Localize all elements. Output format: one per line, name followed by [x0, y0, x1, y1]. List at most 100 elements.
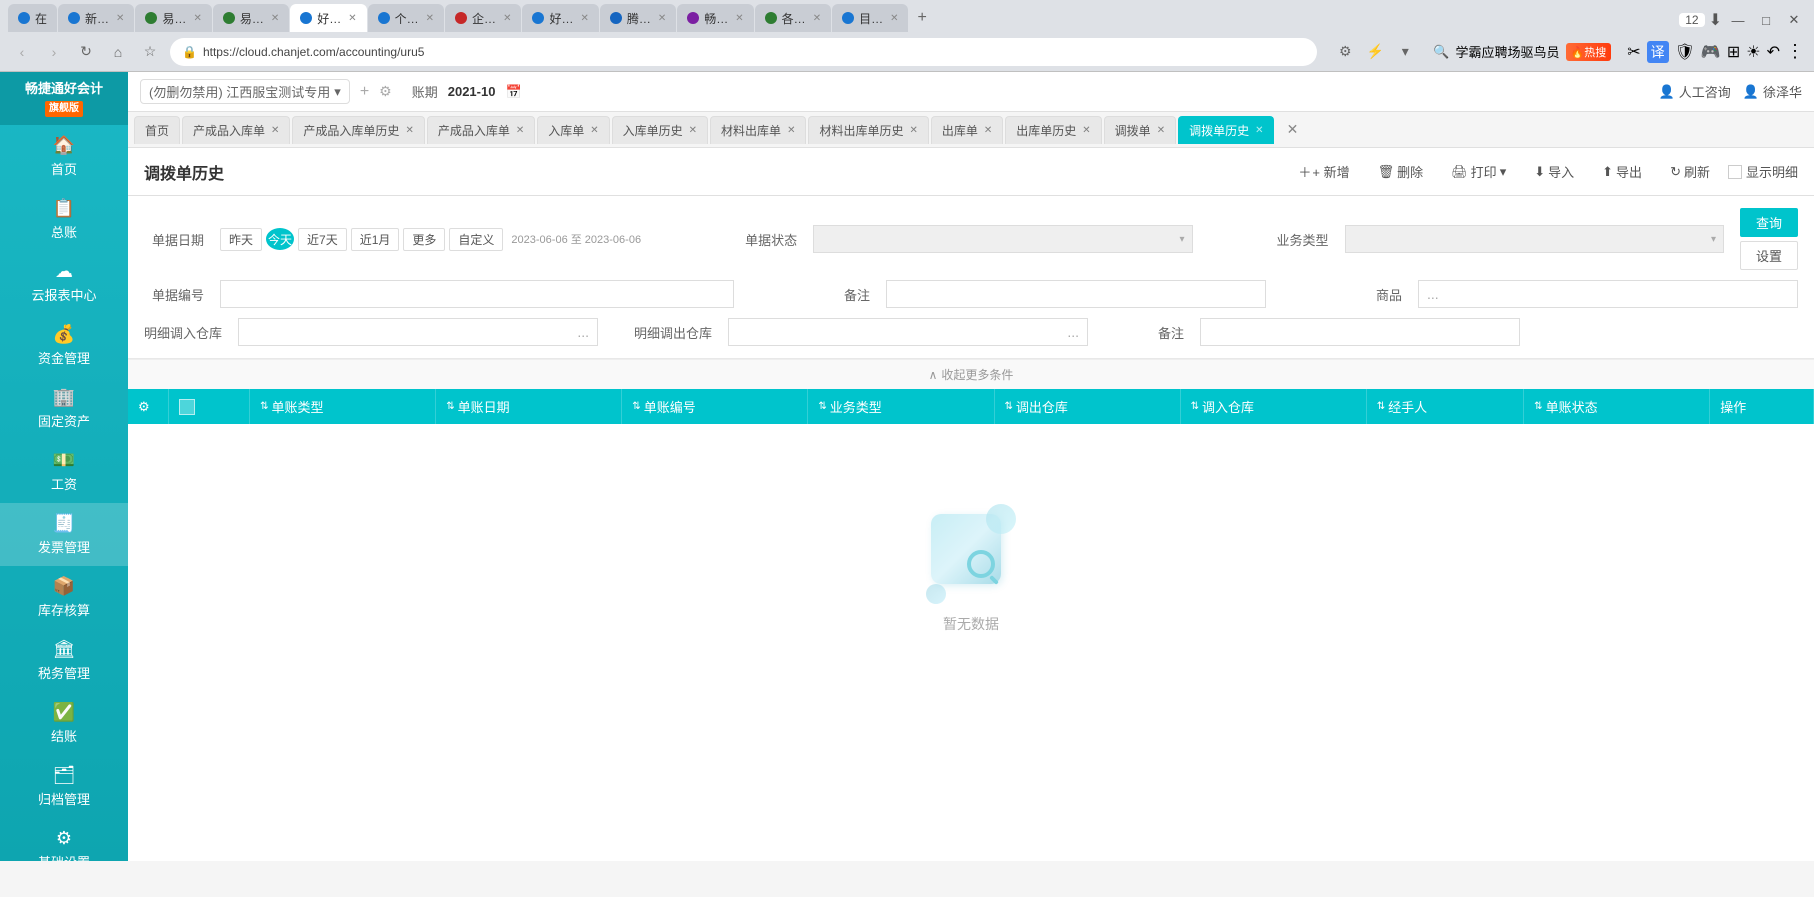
content-tab-2[interactable]: 产成品入库单历史 ✕ [292, 116, 424, 144]
grid-icon[interactable]: ⊞ [1727, 42, 1740, 62]
lightning-icon[interactable]: ⚡ [1363, 40, 1387, 64]
content-tab-4[interactable]: 入库单 ✕ [537, 116, 609, 144]
date-yesterday-btn[interactable]: 昨天 [220, 228, 262, 251]
browser-downloads-icon[interactable]: ⬇ [1709, 10, 1722, 30]
date-today-btn[interactable]: 今天 [266, 228, 294, 250]
browser-tab-8[interactable]: 腾… ✕ [600, 4, 676, 32]
content-tab-4-close[interactable]: ✕ [590, 125, 598, 136]
content-tab-7[interactable]: 材料出库单历史 ✕ [808, 116, 928, 144]
query-button[interactable]: 查询 [1740, 208, 1798, 237]
date-custom-btn[interactable]: 自定义 [449, 228, 503, 251]
content-tab-6[interactable]: 材料出库单 ✕ [710, 116, 806, 144]
browser-minimize-button[interactable]: — [1726, 8, 1750, 32]
sidebar-item-settings[interactable]: ⚙ 基础设置 [0, 818, 128, 861]
print-button[interactable]: 🖨 打印 ▾ [1441, 158, 1516, 185]
browser-tab-6[interactable]: 企… ✕ [445, 4, 521, 32]
collapse-bar[interactable]: ∧ 收起更多条件 [128, 359, 1814, 389]
sidebar-item-cash[interactable]: 💰 资金管理 [0, 314, 128, 377]
bookmark-button[interactable]: ☆ [138, 40, 162, 64]
content-tab-8[interactable]: 出库单 ✕ [931, 116, 1003, 144]
browser-tab-3[interactable]: 易… ✕ [213, 4, 289, 32]
user-avatar[interactable]: 👤 徐泽华 [1743, 82, 1802, 101]
undo-icon[interactable]: ↶ [1767, 42, 1780, 62]
th-handler[interactable]: ⇅ 经手人 [1366, 389, 1523, 424]
service-button[interactable]: 👤 人工咨询 [1659, 82, 1731, 101]
sidebar-item-tax[interactable]: 🏛 税务管理 [0, 629, 128, 692]
content-tab-9-close[interactable]: ✕ [1082, 125, 1090, 136]
dropdown-icon[interactable]: ▾ [1393, 40, 1417, 64]
browser-maximize-button[interactable]: □ [1754, 8, 1778, 32]
th-biz-type[interactable]: ⇅ 业务类型 [808, 389, 994, 424]
browser-tab-7[interactable]: 好… ✕ [522, 4, 598, 32]
new-tab-button[interactable]: + [909, 4, 934, 32]
browser-tab-0[interactable]: 在 [8, 4, 57, 32]
th-checkbox[interactable] [168, 389, 250, 424]
delete-button[interactable]: 🗑 删除 [1368, 158, 1434, 185]
select-all-checkbox[interactable] [179, 399, 195, 415]
content-tab-9[interactable]: 出库单历史 ✕ [1005, 116, 1101, 144]
content-tab-home[interactable]: 首页 [134, 116, 180, 144]
content-tab-10-close[interactable]: ✕ [1157, 125, 1165, 136]
browser-tab-11[interactable]: 目… ✕ [832, 4, 908, 32]
browser-tab-2[interactable]: 易… ✕ [135, 4, 211, 32]
browser-tab-10[interactable]: 各… ✕ [755, 4, 831, 32]
content-tab-7-close[interactable]: ✕ [909, 125, 917, 136]
sidebar-item-ledger[interactable]: 📋 总账 [0, 188, 128, 251]
detail-in-picker[interactable]: ... [238, 318, 598, 346]
content-tab-8-close[interactable]: ✕ [984, 125, 992, 136]
content-tab-1-close[interactable]: ✕ [271, 125, 279, 136]
content-tab-5[interactable]: 入库单历史 ✕ [612, 116, 708, 144]
content-tab-1[interactable]: 产成品入库单 ✕ [182, 116, 290, 144]
th-in-warehouse[interactable]: ⇅ 调入仓库 [1180, 389, 1366, 424]
add-company-button[interactable]: + [360, 83, 369, 101]
th-doc-status[interactable]: ⇅ 单账状态 [1524, 389, 1710, 424]
browser-tab-4[interactable]: 好… ✕ [290, 4, 366, 32]
th-doc-date[interactable]: ⇅ 单账日期 [436, 389, 622, 424]
brightness-icon[interactable]: ☀ [1746, 42, 1760, 62]
address-input[interactable]: 🔒 https://cloud.chanjet.com/accounting/u… [170, 38, 1317, 66]
sidebar-item-invoice[interactable]: 🧾 发票管理 [0, 503, 128, 566]
note-input[interactable] [1200, 318, 1520, 346]
scissors-icon[interactable]: ✂ [1627, 42, 1640, 62]
docno-input[interactable] [220, 280, 734, 308]
browser-close-button[interactable]: ✕ [1782, 8, 1806, 32]
sidebar-item-fixed-assets[interactable]: 🏢 固定资产 [0, 377, 128, 440]
status-select[interactable] [813, 225, 1192, 253]
setting-button[interactable]: 设置 [1740, 241, 1798, 270]
content-tab-2-close[interactable]: ✕ [405, 125, 413, 136]
browser-tab-5[interactable]: 个… ✕ [368, 4, 444, 32]
sidebar-item-checkout[interactable]: ✅ 结账 [0, 692, 128, 755]
forward-button[interactable]: › [42, 40, 66, 64]
gamepad-icon[interactable]: 🎮 [1701, 42, 1721, 62]
content-tab-10[interactable]: 调拨单 ✕ [1104, 116, 1176, 144]
back-button[interactable]: ‹ [10, 40, 34, 64]
content-tab-11-close[interactable]: ✕ [1255, 125, 1263, 136]
th-gear[interactable]: ⚙ [128, 389, 168, 424]
biz-type-select[interactable] [1345, 225, 1724, 253]
sidebar-item-payroll[interactable]: 💵 工资 [0, 440, 128, 503]
company-selector[interactable]: (勿删勿禁用) 江西服宝测试专用 ▾ [140, 79, 350, 104]
th-out-warehouse[interactable]: ⇅ 调出仓库 [994, 389, 1180, 424]
date-more-btn[interactable]: 更多 [403, 228, 445, 251]
extensions-icon[interactable]: ⚙ [1333, 40, 1357, 64]
date-1month-btn[interactable]: 近1月 [351, 228, 400, 251]
sidebar-item-home[interactable]: 🏠 首页 [0, 125, 128, 188]
content-tab-3[interactable]: 产成品入库单 ✕ [427, 116, 535, 144]
goods-picker-button[interactable]: ... [1418, 280, 1798, 308]
content-tab-11[interactable]: 调拨单历史 ✕ [1178, 116, 1274, 144]
import-button[interactable]: ⬇ 导入 [1524, 158, 1584, 185]
detail-out-picker[interactable]: ... [728, 318, 1088, 346]
refresh-button[interactable]: ↻ 刷新 [1660, 158, 1720, 185]
content-tab-3-close[interactable]: ✕ [516, 125, 524, 136]
content-tab-5-close[interactable]: ✕ [689, 125, 697, 136]
display-cols-toggle[interactable]: 显示明细 [1728, 162, 1798, 181]
content-tab-6-close[interactable]: ✕ [787, 125, 795, 136]
date-7days-btn[interactable]: 近7天 [298, 228, 347, 251]
refresh-browser-button[interactable]: ↻ [74, 40, 98, 64]
browser-tab-1[interactable]: 新… ✕ [58, 4, 134, 32]
sidebar-item-inventory[interactable]: 📦 库存核算 [0, 566, 128, 629]
shield-icon[interactable]: 🛡 [1675, 42, 1695, 62]
translate-icon[interactable]: 译 [1647, 41, 1669, 63]
home-button[interactable]: ⌂ [106, 40, 130, 64]
settings-company-icon[interactable]: ⚙ [379, 83, 392, 100]
